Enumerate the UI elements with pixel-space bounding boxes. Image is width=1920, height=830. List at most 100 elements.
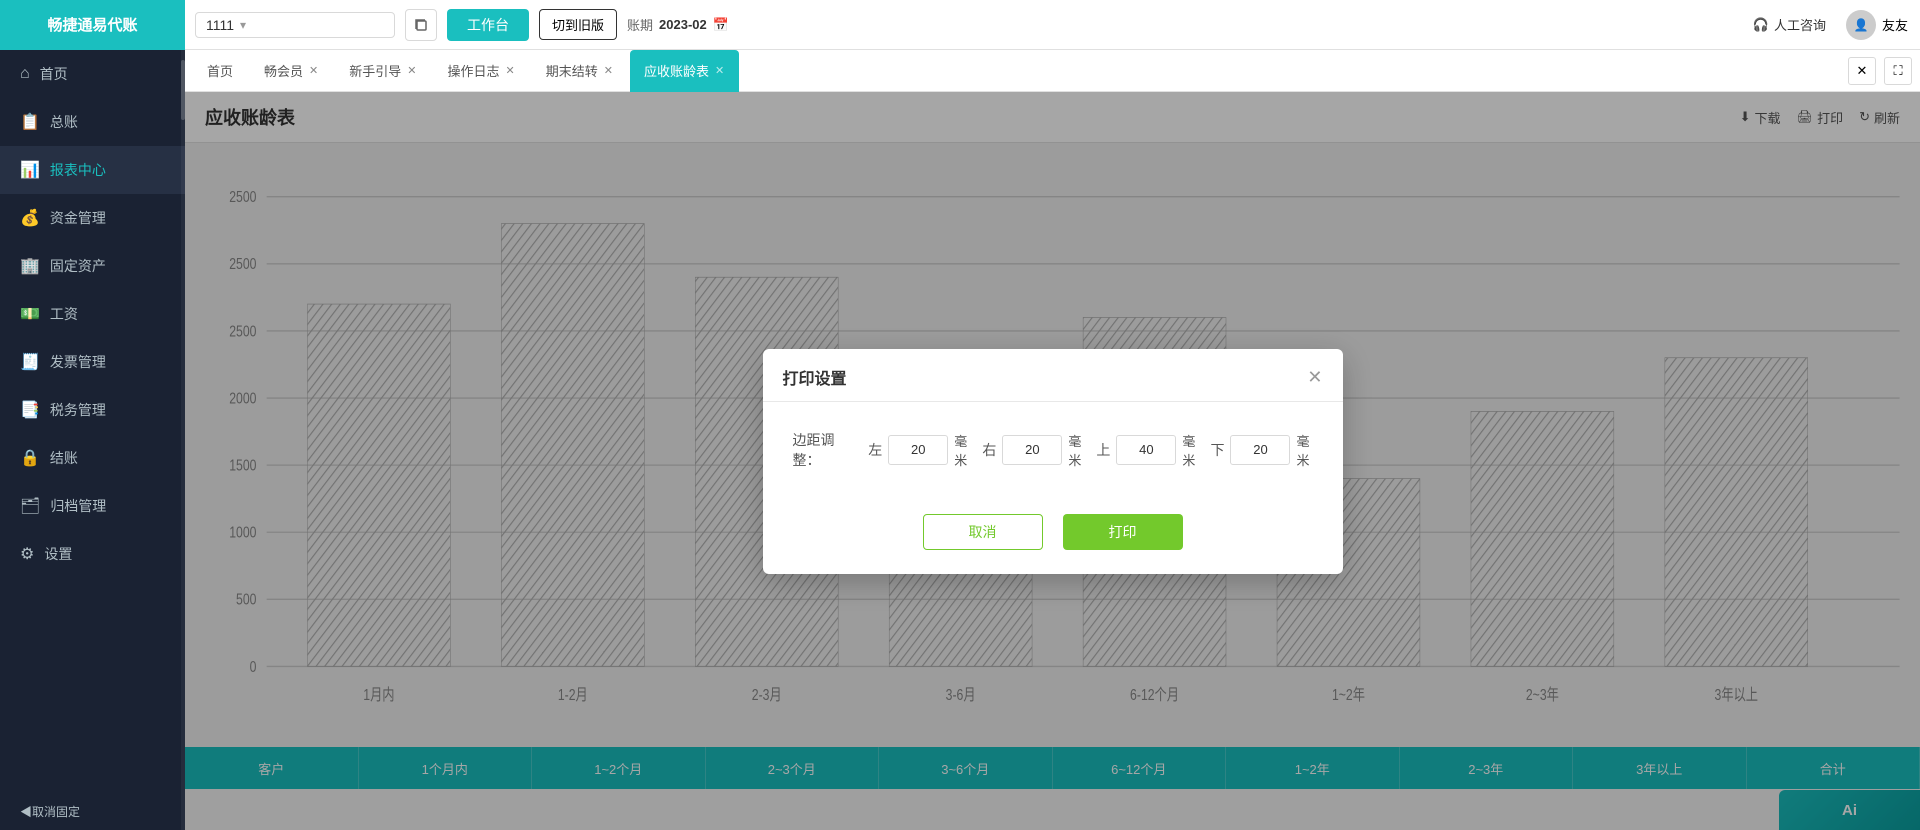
chevron-down-icon: ▾ [240, 18, 246, 32]
sidebar-item-reports[interactable]: 📊 报表中心 [0, 146, 185, 194]
header-right: 🎧 人工咨询 👤 友友 [1753, 10, 1908, 40]
home-icon: ⌂ [20, 65, 30, 83]
tab-close-member[interactable]: ✕ [309, 64, 318, 77]
top-margin-unit: 毫米 [1182, 431, 1198, 469]
modal-footer: 取消 打印 [763, 498, 1343, 574]
tab-member[interactable]: 畅会员 ✕ [250, 50, 333, 92]
sidebar-item-ledger[interactable]: 📋 总账 [0, 98, 185, 146]
tab-close-period_end[interactable]: ✕ [604, 64, 613, 77]
print-confirm-button[interactable]: 打印 [1063, 514, 1183, 550]
sidebar-item-label: 结账 [50, 448, 78, 468]
avatar: 👤 [1846, 10, 1876, 40]
archive-icon: 🗂 [20, 496, 40, 516]
print-settings-modal: 打印设置 ✕ 边距调整： 左 毫米 右 [763, 349, 1343, 574]
content-area: 首页 畅会员 ✕ 新手引导 ✕ 操作日志 ✕ 期末结转 ✕ 应收账龄表 ✕ ✕ ⛶ 应收账龄表 ⬇ … [185, 50, 1920, 830]
sidebar-item-archive[interactable]: 🗂 归档管理 [0, 482, 185, 530]
company-name: 1111 [206, 17, 234, 33]
top-header: 畅捷通易代账 1111 ▾ 工作台 切到旧版 账期 2023-02 📅 🎧 人工… [0, 0, 1920, 50]
right-margin-input[interactable] [1002, 435, 1062, 465]
period-value: 2023-02 [659, 17, 707, 32]
right-margin-unit: 毫米 [1068, 431, 1084, 469]
margin-label: 边距调整： [793, 430, 857, 470]
headset-icon: 🎧 [1753, 17, 1769, 33]
salary-icon: 💵 [20, 304, 40, 324]
tabs-actions: ✕ ⛶ [1848, 57, 1912, 85]
tab-period_end[interactable]: 期末结转 ✕ [532, 50, 628, 92]
sidebar: ⌂ 首页 📋 总账 📊 报表中心 💰资金管理🏢固定资产 💵 工资 🧾 发票管理 📑 税务管理 🔒 结账 🗂 归档… [0, 50, 185, 830]
tab-home[interactable]: 首页 [193, 50, 248, 92]
bottom-margin-unit: 毫米 [1296, 431, 1312, 469]
top-direction-label: 上 [1096, 440, 1110, 460]
sidebar-item-label: 报表中心 [50, 160, 106, 180]
sidebar-item-settings[interactable]: ⚙ 设置 [0, 530, 185, 578]
sidebar-item-funds[interactable]: 💰资金管理 [0, 194, 185, 242]
tab-label-oplog: 操作日志 [447, 61, 499, 80]
left-margin-input[interactable] [888, 435, 948, 465]
sidebar-item-invoice[interactable]: 🧾 发票管理 [0, 338, 185, 386]
left-margin-group: 左 毫米 [868, 431, 970, 469]
tab-label-guide: 新手引导 [349, 61, 401, 80]
maximize-tab-button[interactable]: ⛶ [1884, 57, 1912, 85]
page-content: 应收账龄表 ⬇ 下载 🖨 打印 ↻ 刷新 [185, 92, 1920, 830]
sidebar-item-label: 归档管理 [50, 496, 106, 516]
sidebar-collapse-button[interactable]: ◀取消固定 [0, 793, 185, 830]
right-direction-label: 右 [982, 440, 996, 460]
bottom-direction-label: 下 [1210, 440, 1224, 460]
sidebar-item-label: 发票管理 [50, 352, 106, 372]
sidebar-item-close[interactable]: 🔒 结账 [0, 434, 185, 482]
tab-label-member: 畅会员 [264, 61, 303, 80]
margin-row: 边距调整： 左 毫米 右 毫米 [793, 430, 1313, 470]
reports-icon: 📊 [20, 160, 40, 180]
tab-guide[interactable]: 新手引导 ✕ [335, 50, 431, 92]
tab-close-ar_aging[interactable]: ✕ [715, 64, 724, 77]
sidebar-item-assets[interactable]: 🏢固定资产 [0, 242, 185, 290]
period-area: 账期 2023-02 📅 [627, 15, 729, 34]
funds-icon: 💰 [20, 208, 40, 228]
sidebar-item-label: 税务管理 [50, 400, 106, 420]
tab-close-oplog[interactable]: ✕ [506, 64, 515, 77]
copy-icon [413, 17, 429, 33]
user-name: 友友 [1882, 15, 1908, 34]
modal-body: 边距调整： 左 毫米 右 毫米 [763, 402, 1343, 498]
tab-oplog[interactable]: 操作日志 ✕ [433, 50, 529, 92]
user-area[interactable]: 👤 友友 [1846, 10, 1908, 40]
consult-area[interactable]: 🎧 人工咨询 [1753, 15, 1826, 34]
settings-icon: ⚙ [20, 544, 34, 564]
modal-overlay: 打印设置 ✕ 边距调整： 左 毫米 右 [185, 92, 1920, 830]
close-tab-button[interactable]: ✕ [1848, 57, 1876, 85]
tab-close-guide[interactable]: ✕ [407, 64, 416, 77]
logo: 畅捷通易代账 [0, 0, 185, 50]
cancel-button[interactable]: 取消 [923, 514, 1043, 550]
tab-ar_aging[interactable]: 应收账龄表 ✕ [630, 50, 739, 92]
bottom-margin-group: 下 毫米 [1210, 431, 1312, 469]
copy-button[interactable] [405, 9, 437, 41]
right-margin-group: 右 毫米 [982, 431, 1084, 469]
close-icon: 🔒 [20, 448, 40, 468]
company-selector[interactable]: 1111 ▾ [195, 12, 395, 38]
tab-label-home: 首页 [207, 61, 233, 80]
period-label: 账期 [627, 15, 653, 34]
ledger-icon: 📋 [20, 112, 40, 132]
sidebar-item-label: 设置 [44, 544, 72, 564]
sidebar-item-label: 总账 [50, 112, 78, 132]
logo-text: 畅捷通易代账 [47, 14, 137, 35]
tab-label-ar_aging: 应收账龄表 [644, 61, 709, 80]
sidebar-item-label: 固定资产 [50, 256, 106, 276]
invoice-icon: 🧾 [20, 352, 40, 372]
calendar-icon[interactable]: 📅 [713, 17, 729, 33]
top-margin-group: 上 毫米 [1096, 431, 1198, 469]
switch-version-button[interactable]: 切到旧版 [539, 9, 617, 40]
sidebar-item-tax[interactable]: 📑 税务管理 [0, 386, 185, 434]
modal-title: 打印设置 [783, 365, 847, 389]
tax-icon: 📑 [20, 400, 40, 420]
sidebar-item-label: 工资 [50, 304, 78, 324]
tab-label-period_end: 期末结转 [546, 61, 598, 80]
modal-close-button[interactable]: ✕ [1307, 368, 1322, 386]
bottom-margin-input[interactable] [1230, 435, 1290, 465]
sidebar-item-salary[interactable]: 💵 工资 [0, 290, 185, 338]
sidebar-item-label: 首页 [40, 64, 68, 84]
left-direction-label: 左 [868, 440, 882, 460]
workbench-button[interactable]: 工作台 [447, 9, 529, 41]
sidebar-item-home[interactable]: ⌂ 首页 [0, 50, 185, 98]
top-margin-input[interactable] [1116, 435, 1176, 465]
